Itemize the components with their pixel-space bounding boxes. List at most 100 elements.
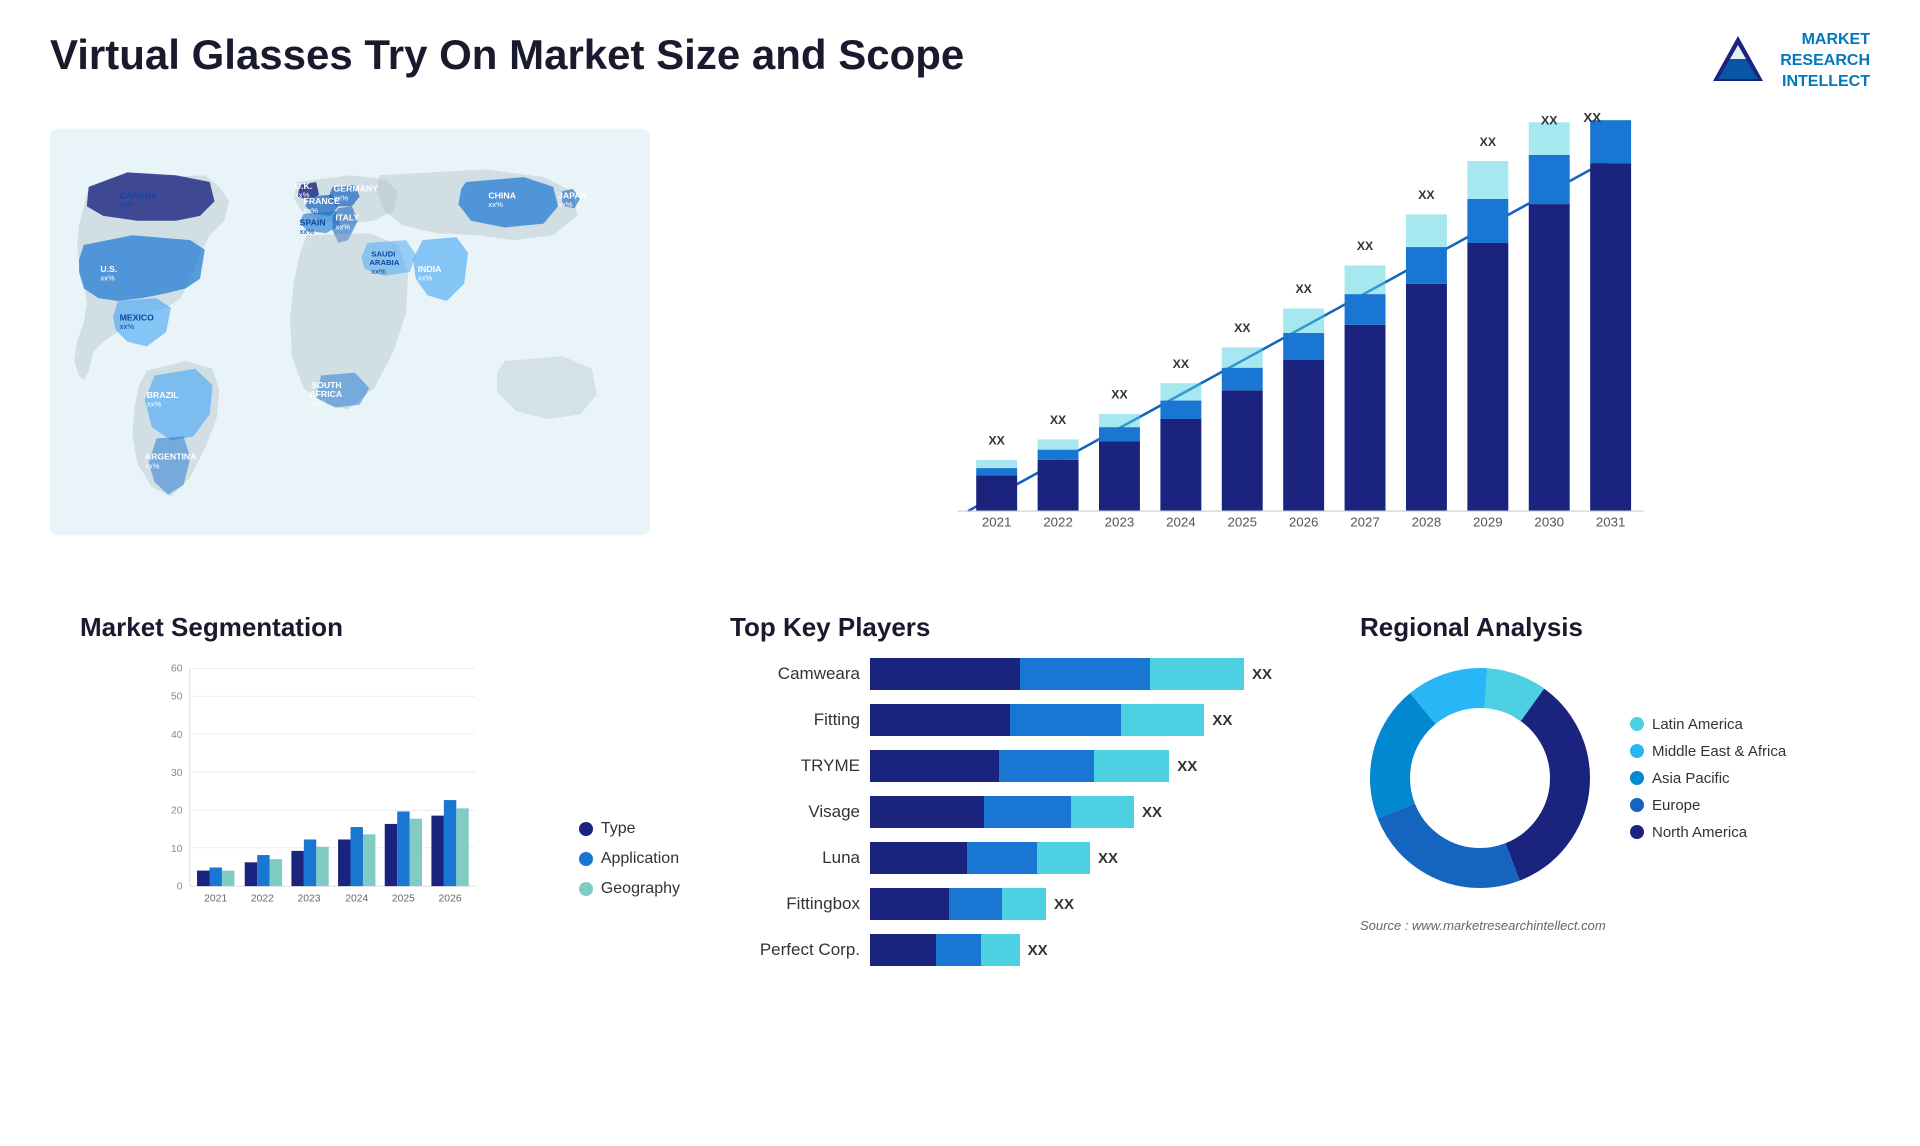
middle-east-dot (1630, 744, 1644, 758)
svg-text:xx%: xx% (100, 274, 115, 283)
svg-text:xx%: xx% (147, 400, 162, 409)
logo-icon (1708, 31, 1768, 91)
segmentation-section: Market Segmentation (60, 602, 700, 990)
svg-text:xx%: xx% (311, 399, 326, 408)
svg-text:CHINA: CHINA (488, 191, 516, 201)
growth-chart: XX XX XX XX (690, 112, 1860, 552)
svg-text:JAPAN: JAPAN (558, 191, 587, 201)
type-dot (579, 822, 593, 836)
svg-text:XX: XX (988, 434, 1005, 448)
svg-text:2026: 2026 (1289, 515, 1319, 530)
legend-asia-pacific: Asia Pacific (1630, 770, 1786, 787)
legend-middle-east: Middle East & Africa (1630, 743, 1786, 760)
svg-text:xx%: xx% (558, 201, 573, 210)
donut-container: Latin America Middle East & Africa Asia … (1360, 658, 1840, 898)
player-fittingbox: Fittingbox XX (730, 888, 1310, 920)
latin-america-label: Latin America (1652, 716, 1743, 733)
svg-text:GERMANY: GERMANY (334, 184, 379, 194)
page-title: Virtual Glasses Try On Market Size and S… (50, 30, 964, 80)
player-bar (870, 750, 1169, 782)
svg-text:2029: 2029 (1473, 515, 1503, 530)
player-bar-container: XX (870, 888, 1310, 920)
svg-text:2021: 2021 (204, 894, 227, 905)
logo-text: MARKET RESEARCH INTELLECT (1780, 30, 1870, 92)
north-america-dot (1630, 825, 1644, 839)
svg-text:2030: 2030 (1534, 515, 1564, 530)
legend-type: Type (579, 820, 680, 838)
svg-text:2023: 2023 (1105, 515, 1135, 530)
svg-text:xx%: xx% (334, 194, 349, 203)
player-bar-container: XX (870, 658, 1310, 690)
svg-text:20: 20 (171, 806, 183, 817)
svg-text:XX: XX (1295, 283, 1312, 297)
player-bar-container: XX (870, 842, 1310, 874)
player-name: Camweara (730, 664, 860, 684)
player-bar-container: XX (870, 934, 1310, 966)
legend-europe: Europe (1630, 797, 1786, 814)
player-xx: XX (1098, 850, 1118, 867)
svg-text:2022: 2022 (1043, 515, 1073, 530)
growth-chart-svg: XX XX XX XX (690, 112, 1860, 552)
player-xx: XX (1028, 942, 1048, 959)
svg-text:2031: 2031 (1596, 515, 1626, 530)
svg-text:XX: XX (1583, 112, 1601, 125)
svg-text:2028: 2028 (1412, 515, 1442, 530)
svg-text:2022: 2022 (251, 894, 274, 905)
bottom-sections: Market Segmentation (30, 602, 1890, 990)
player-name: TRYME (730, 756, 860, 776)
donut-legend: Latin America Middle East & Africa Asia … (1630, 716, 1786, 841)
svg-text:ARABIA: ARABIA (369, 259, 399, 268)
type-label: Type (601, 820, 636, 838)
svg-text:xx%: xx% (145, 462, 160, 471)
geo-dot (579, 882, 593, 896)
svg-text:U.K.: U.K. (295, 181, 312, 191)
seg-chart-container: 0 10 20 30 40 50 60 2021 (80, 658, 680, 938)
svg-text:2027: 2027 (1350, 515, 1380, 530)
svg-text:xx%: xx% (120, 201, 135, 210)
source-text: Source : www.marketresearchintellect.com (1360, 918, 1840, 933)
svg-text:2025: 2025 (392, 894, 415, 905)
player-bar-container: XX (870, 704, 1310, 736)
player-name: Fittingbox (730, 894, 860, 914)
asia-pacific-label: Asia Pacific (1652, 770, 1730, 787)
regional-section: Regional Analysis (1340, 602, 1860, 990)
svg-text:xx%: xx% (335, 223, 350, 232)
svg-text:CANADA: CANADA (120, 191, 158, 201)
middle-east-label: Middle East & Africa (1652, 743, 1786, 760)
svg-text:XX: XX (1418, 188, 1435, 202)
legend-latin-america: Latin America (1630, 716, 1786, 733)
svg-text:SAUDI: SAUDI (371, 250, 395, 259)
player-name: Visage (730, 802, 860, 822)
logo-area: MARKET RESEARCH INTELLECT (1708, 30, 1870, 92)
player-bar (870, 796, 1134, 828)
player-name: Luna (730, 848, 860, 868)
player-camweara: Camweara XX (730, 658, 1310, 690)
svg-text:XX: XX (1357, 240, 1374, 254)
svg-text:xx%: xx% (371, 267, 386, 276)
players-list: Camweara XX Fitting (730, 658, 1310, 966)
player-xx: XX (1252, 666, 1272, 683)
svg-text:10: 10 (171, 844, 183, 855)
svg-text:ARGENTINA: ARGENTINA (145, 452, 197, 462)
player-visage: Visage XX (730, 796, 1310, 828)
svg-text:xx%: xx% (304, 206, 319, 215)
svg-text:XX: XX (1541, 114, 1558, 128)
player-bar (870, 888, 1046, 920)
svg-text:2021: 2021 (982, 515, 1012, 530)
svg-text:2025: 2025 (1227, 515, 1257, 530)
legend-north-america: North America (1630, 824, 1786, 841)
svg-text:AFRICA: AFRICA (309, 389, 343, 399)
player-bar (870, 704, 1204, 736)
svg-text:60: 60 (171, 664, 183, 675)
player-xx: XX (1054, 896, 1074, 913)
svg-text:0: 0 (177, 882, 183, 893)
player-name: Fitting (730, 710, 860, 730)
svg-text:ITALY: ITALY (335, 213, 359, 223)
svg-text:50: 50 (171, 692, 183, 703)
europe-label: Europe (1652, 797, 1700, 814)
asia-pacific-dot (1630, 771, 1644, 785)
svg-text:xx%: xx% (488, 201, 503, 210)
europe-dot (1630, 798, 1644, 812)
legend-application: Application (579, 850, 680, 868)
seg-legend: Type Application Geography (579, 820, 680, 938)
